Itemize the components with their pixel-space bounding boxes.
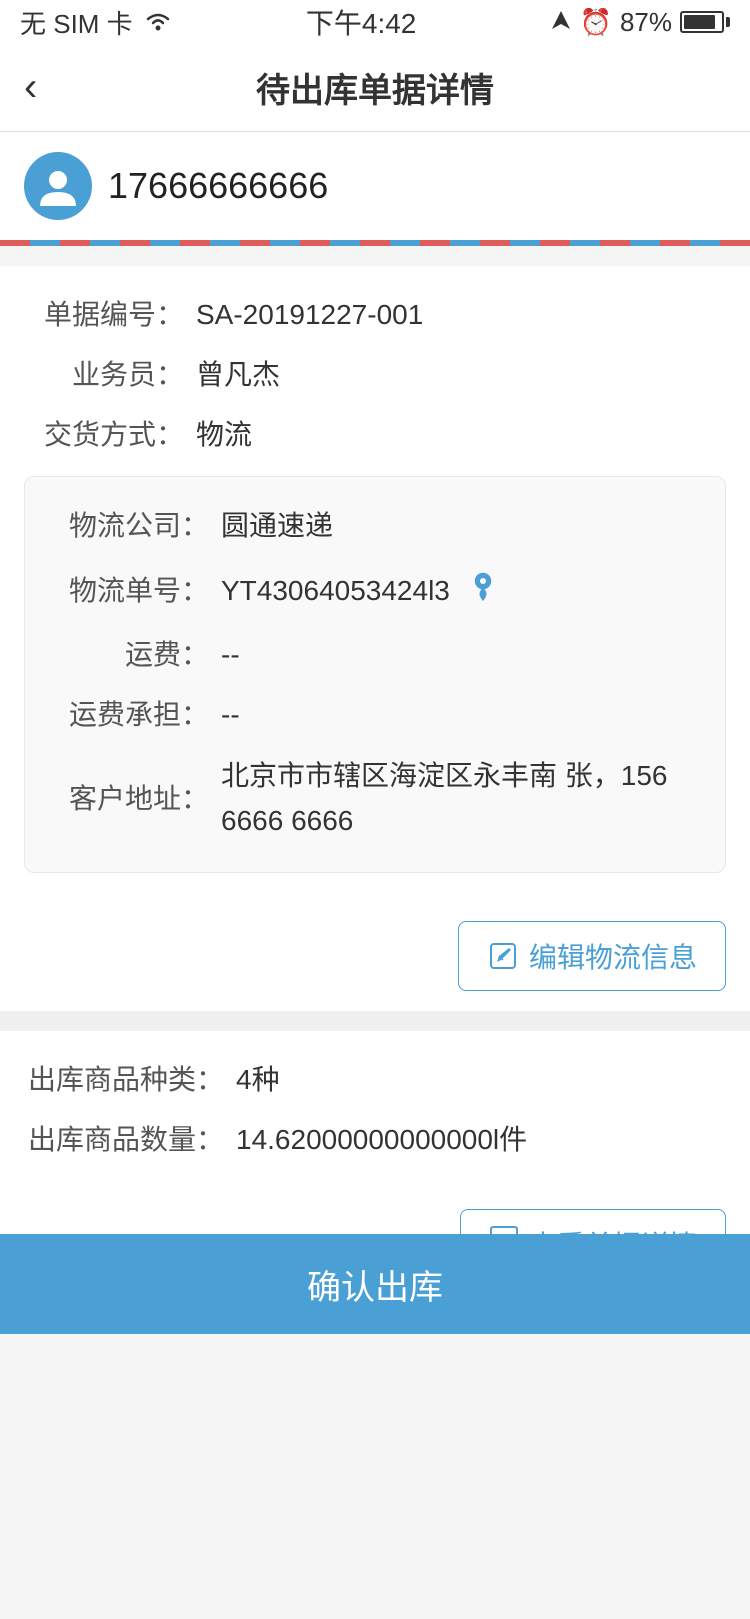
goods-types-value: 4种 (236, 1059, 280, 1101)
confirm-button-text: 确认出库 (307, 1260, 443, 1309)
company-label: 物流公司： (49, 505, 209, 547)
back-button[interactable]: ‹ (24, 65, 37, 110)
delivery-method-label: 交货方式： (24, 414, 184, 456)
battery-icon (680, 11, 730, 33)
freight-bearer-row: 运费承担： -- (49, 694, 701, 736)
company-value: 圆通速递 (221, 505, 701, 547)
goods-types-row: 出库商品种类： 4种 (24, 1059, 726, 1101)
order-number-row: 单据编号： SA-20191227-001 (24, 294, 726, 336)
edit-logistics-label: 编辑物流信息 (529, 936, 697, 976)
goods-section: 出库商品种类： 4种 出库商品数量： 14.62000000000000l件 (0, 1031, 750, 1189)
alarm-icon: ⏰ (580, 7, 612, 38)
sales-person-value: 曾凡杰 (196, 354, 726, 396)
freight-bearer-label: 运费承担： (49, 694, 209, 736)
address-value: 北京市市辖区海淀区永丰南 张，156 6666 6666 (221, 754, 701, 844)
avatar (24, 152, 92, 220)
address-label: 客户地址： (49, 778, 209, 820)
freight-row: 运费： -- (49, 634, 701, 676)
logistics-card: 物流公司： 圆通速递 物流单号： YT43064053424l3 (24, 476, 726, 873)
freight-bearer-value: -- (221, 694, 701, 736)
sales-person-label: 业务员： (24, 354, 184, 396)
main-content: 17666666666 单据编号： SA-20191227-001 业务员： 曾… (0, 132, 750, 1619)
delivery-method-row: 交货方式： 物流 (24, 414, 726, 456)
wifi-icon (143, 7, 173, 38)
delivery-method-value: 物流 (196, 414, 726, 456)
order-number-value: SA-20191227-001 (196, 294, 726, 336)
tracking-location-icon[interactable] (466, 565, 500, 616)
tracking-row: 物流单号： YT43064053424l3 (49, 565, 701, 616)
freight-label: 运费： (49, 634, 209, 676)
section-divider (0, 1011, 750, 1031)
status-left: 无 SIM 卡 (20, 4, 173, 41)
goods-quantity-row: 出库商品数量： 14.62000000000000l件 (24, 1119, 726, 1161)
edit-icon (487, 940, 519, 972)
tracking-value-container: YT43064053424l3 (221, 565, 500, 616)
order-number-label: 单据编号： (24, 294, 184, 336)
time-display: 下午4:42 (306, 2, 417, 42)
confirm-button[interactable]: 确认出库 (0, 1234, 750, 1334)
goods-quantity-label: 出库商品数量： (24, 1119, 224, 1161)
customer-header: 17666666666 (0, 132, 750, 240)
status-bar: 无 SIM 卡 下午4:42 ⏰ 87% (0, 0, 750, 44)
location-status-icon (550, 7, 572, 38)
freight-value: -- (221, 634, 701, 676)
sales-person-row: 业务员： 曾凡杰 (24, 354, 726, 396)
goods-quantity-value: 14.62000000000000l件 (236, 1119, 527, 1161)
tracking-number: YT43064053424l3 (221, 570, 450, 612)
carrier-text: 无 SIM 卡 (20, 4, 133, 41)
order-info-section: 单据编号： SA-20191227-001 业务员： 曾凡杰 交货方式： 物流 … (0, 266, 750, 901)
page-title: 待出库单据详情 (256, 63, 494, 112)
dashed-divider (0, 240, 750, 246)
goods-types-label: 出库商品种类： (24, 1059, 224, 1101)
status-right: ⏰ 87% (550, 7, 730, 38)
nav-bar: ‹ 待出库单据详情 (0, 44, 750, 132)
edit-logistics-button[interactable]: 编辑物流信息 (458, 921, 726, 991)
edit-logistics-btn-container: 编辑物流信息 (0, 901, 750, 1011)
battery-text: 87% (620, 7, 672, 38)
company-row: 物流公司： 圆通速递 (49, 505, 701, 547)
customer-phone: 17666666666 (108, 165, 328, 207)
address-row: 客户地址： 北京市市辖区海淀区永丰南 张，156 6666 6666 (49, 754, 701, 844)
tracking-label: 物流单号： (49, 570, 209, 612)
